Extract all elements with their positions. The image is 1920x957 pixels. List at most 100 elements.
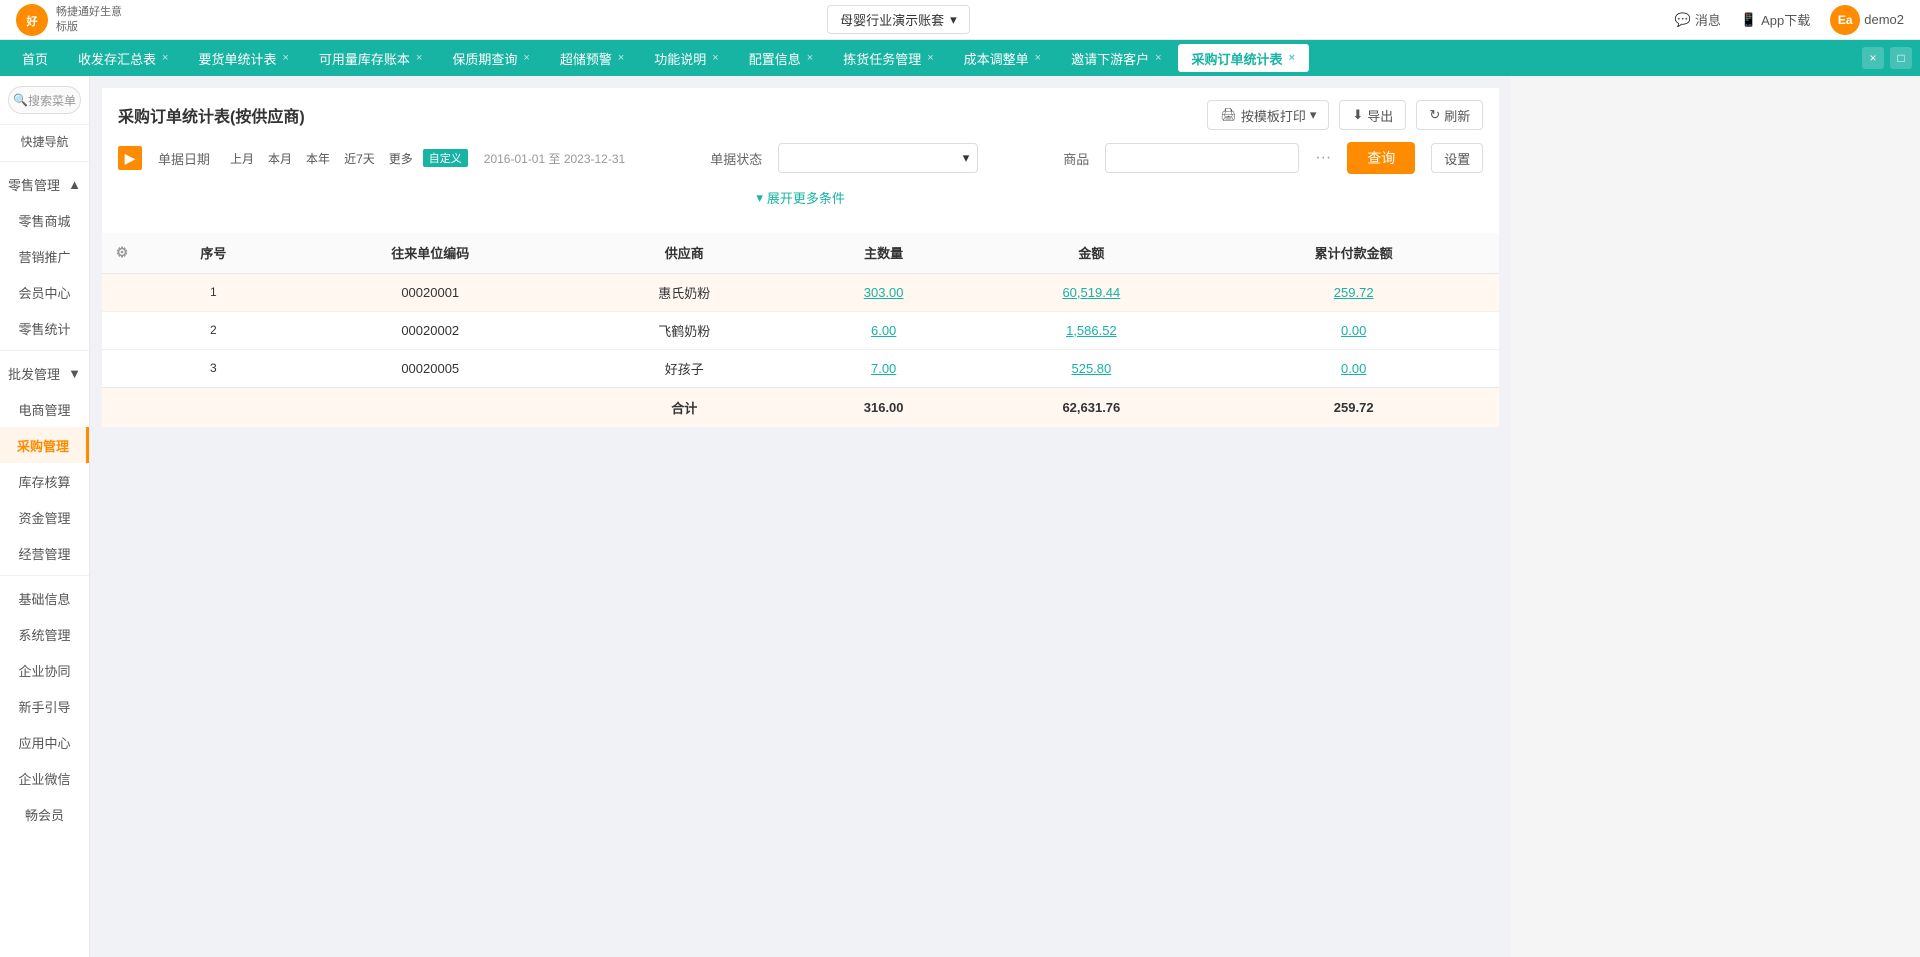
top-bar: 好 畅捷通好生意 标版 母婴行业演示账套 ▾ 💬 消息 📱 App下载 Ea d… [0,0,1920,40]
print-button[interactable]: 🖨 按模板打印 ▾ [1207,100,1329,130]
row-1-unit-code: 00020001 [285,273,576,311]
print-dropdown-icon: ▾ [1310,107,1317,123]
tab-invite-customer[interactable]: 邀请下游客户 × [1057,44,1175,72]
sidebar-item-purchase[interactable]: 采购管理 [0,427,89,463]
sidebar-item-finance[interactable]: 资金管理 [0,499,89,535]
sidebar-item-ecommerce[interactable]: 电商管理 [0,391,89,427]
row-3-index: 3 [142,349,285,387]
sidebar-item-app-center[interactable]: 应用中心 [0,724,89,760]
messages-button[interactable]: 💬 消息 [1675,10,1721,29]
tab-home[interactable]: 首页 [8,49,62,68]
close-tab-purchase-order-stats[interactable]: × [1289,52,1295,64]
search-icon: 🔍 [13,93,28,107]
settings-button[interactable]: 设置 [1431,143,1483,173]
goods-more-icon[interactable]: ··· [1315,149,1331,167]
footer-paid-amount: 259.72 [1208,387,1499,427]
table-row: 1 00020001 惠氏奶粉 303.00 60,519.44 259.72 [102,273,1499,311]
status-filter-label: 单据状态 [710,149,762,168]
tab-purchase-order-stats[interactable]: 采购订单统计表 × [1178,44,1309,72]
refresh-button[interactable]: ↻ 刷新 [1416,100,1483,130]
page-card: 采购订单统计表(按供应商) 🖨 按模板打印 ▾ ⬇ 导出 ↻ [102,88,1499,427]
sidebar-item-inventory[interactable]: 库存核算 [0,463,89,499]
tab-pick-task[interactable]: 拣货任务管理 × [829,44,947,72]
tab-expiry-query[interactable]: 保质期查询 × [438,44,543,72]
close-tab-invite-customer[interactable]: × [1155,52,1161,64]
sidebar-item-enterprise[interactable]: 企业协同 [0,652,89,688]
row-2-paid-amount[interactable]: 0.00 [1208,311,1499,349]
sidebar-item-retail-management[interactable]: 零售管理 ▲ [0,166,89,202]
quick-nav-button[interactable]: 快捷导航 [0,125,89,157]
sidebar-item-wechat[interactable]: 企业微信 [0,760,89,796]
chevron-down-icon: ▲ [68,177,81,192]
status-select[interactable]: ▾ [778,143,978,173]
close-tab-pick-task[interactable]: × [927,52,933,64]
row-2-amount[interactable]: 1,586.52 [975,311,1209,349]
table-col-settings[interactable]: ⚙ [102,233,142,273]
restore-window-button[interactable]: □ [1890,47,1912,69]
close-tab-function-desc[interactable]: × [712,52,718,64]
tab-inventory-summary[interactable]: 收发存汇总表 × [64,44,182,72]
sidebar-item-retail-stats[interactable]: 零售统计 [0,310,89,346]
close-tab-overstock-warning[interactable]: × [618,52,624,64]
refresh-icon: ↻ [1429,107,1440,123]
sidebar-item-basic-info[interactable]: 基础信息 [0,580,89,616]
tab-function-desc[interactable]: 功能说明 × [640,44,732,72]
table-header-row: ⚙ 序号 往来单位编码 供应商 主数量 金额 累计付款金额 [102,233,1499,273]
app-download-button[interactable]: 📱 App下载 [1741,10,1810,29]
table-row: 3 00020005 好孩子 7.00 525.80 0.00 [102,349,1499,387]
row-1-paid-amount[interactable]: 259.72 [1208,273,1499,311]
close-tab-config-info[interactable]: × [807,52,813,64]
workspace-chevron-icon: ▾ [950,12,957,28]
print-icon: 🖨 [1220,107,1237,123]
sidebar-item-chang-member[interactable]: 畅会员 [0,796,89,832]
row-3-paid-amount[interactable]: 0.00 [1208,349,1499,387]
sidebar-item-wholesale[interactable]: 批发管理 ▼ [0,355,89,391]
close-tab-cost-adjust[interactable]: × [1035,52,1041,64]
logo-text-line1: 畅捷通好生意 [56,5,122,19]
close-tab-expiry-query[interactable]: × [523,52,529,64]
shortcut-more[interactable]: 更多 [385,148,417,169]
footer-amount: 62,631.76 [975,387,1209,427]
tab-cost-adjust[interactable]: 成本调整单 × [950,44,1055,72]
row-3-quantity[interactable]: 7.00 [793,349,975,387]
tab-available-stock[interactable]: 可用量库存账本 × [305,44,436,72]
goods-filter-input[interactable] [1105,143,1299,173]
sidebar-item-marketing[interactable]: 营销推广 [0,238,89,274]
query-button[interactable]: 查询 [1347,142,1415,174]
shortcut-this-year[interactable]: 本年 [302,148,334,169]
tab-overstock-warning[interactable]: 超储预警 × [546,44,638,72]
shortcut-this-month[interactable]: 本月 [264,148,296,169]
close-tab-order-stats[interactable]: × [282,52,288,64]
sidebar-item-retail-shop[interactable]: 零售商城 [0,202,89,238]
page-title-bar: 采购订单统计表(按供应商) 🖨 按模板打印 ▾ ⬇ 导出 ↻ [118,100,1483,130]
shortcut-last-month[interactable]: 上月 [226,148,258,169]
row-3-amount[interactable]: 525.80 [975,349,1209,387]
user-profile[interactable]: Ea demo2 [1830,5,1904,35]
chevron-down-icon-2: ▼ [68,366,81,381]
close-all-tabs-button[interactable]: × [1862,47,1884,69]
row-1-quantity[interactable]: 303.00 [793,273,975,311]
sidebar-item-member-center[interactable]: 会员中心 [0,274,89,310]
shortcut-7days[interactable]: 近7天 [340,148,379,169]
status-chevron-icon: ▾ [963,150,970,166]
expand-more-conditions-button[interactable]: ▾ 展开更多条件 [756,188,845,207]
sidebar-item-operations[interactable]: 经营管理 [0,535,89,571]
date-shortcuts: 上月 本月 本年 近7天 更多 自定义 [226,148,468,169]
workspace-selector[interactable]: 母婴行业演示账套 ▾ [827,5,970,34]
close-tab-available-stock[interactable]: × [416,52,422,64]
export-icon: ⬇ [1352,107,1363,123]
tab-order-stats[interactable]: 要货单统计表 × [184,44,302,72]
sidebar-item-system[interactable]: 系统管理 [0,616,89,652]
tab-config-info[interactable]: 配置信息 × [735,44,827,72]
column-settings-icon[interactable]: ⚙ [116,244,129,260]
content-area: 采购订单统计表(按供应商) 🖨 按模板打印 ▾ ⬇ 导出 ↻ [90,76,1511,957]
footer-quantity: 316.00 [793,387,975,427]
sidebar-search-box[interactable]: 🔍 搜索菜单 [8,86,81,114]
row-1-amount[interactable]: 60,519.44 [975,273,1209,311]
table-col-unit-code: 往来单位编码 [285,233,576,273]
sidebar-item-guide[interactable]: 新手引导 [0,688,89,724]
export-button[interactable]: ⬇ 导出 [1339,100,1406,130]
row-2-quantity[interactable]: 6.00 [793,311,975,349]
close-tab-inventory-summary[interactable]: × [162,52,168,64]
expand-arrow-button[interactable]: ▶ [118,146,142,170]
